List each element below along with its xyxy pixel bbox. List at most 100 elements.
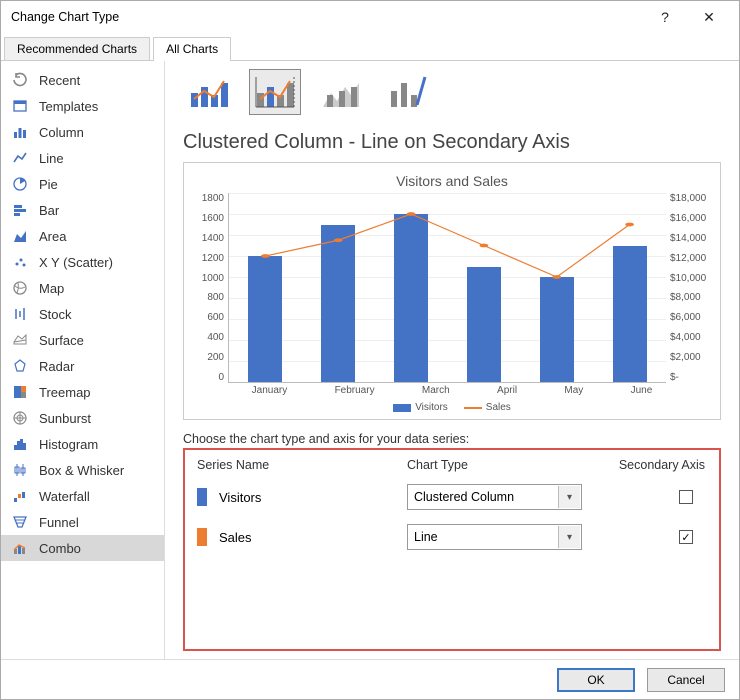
sidebar-label: Sunburst bbox=[39, 411, 91, 426]
stock-icon bbox=[11, 305, 29, 323]
col-series-name: Series Name bbox=[197, 458, 407, 472]
sidebar-label: Line bbox=[39, 151, 64, 166]
secondary-axis-checkbox[interactable] bbox=[679, 490, 693, 504]
cancel-button[interactable]: Cancel bbox=[647, 668, 725, 692]
col-secondary-axis: Secondary Axis bbox=[607, 458, 707, 472]
x-tick: June bbox=[631, 385, 653, 396]
line-icon bbox=[11, 149, 29, 167]
subtype-row bbox=[183, 69, 721, 115]
legend: Visitors Sales bbox=[188, 402, 716, 413]
series-swatch bbox=[197, 528, 207, 546]
series-header: Series Name Chart Type Secondary Axis bbox=[197, 458, 707, 472]
subtype-4[interactable] bbox=[381, 69, 433, 115]
chart-type-dropdown[interactable]: Clustered Column▾ bbox=[407, 484, 582, 510]
subtype-title: Clustered Column - Line on Secondary Axi… bbox=[183, 131, 721, 154]
map-icon bbox=[11, 279, 29, 297]
chevron-down-icon: ▾ bbox=[558, 486, 580, 508]
sidebar-item-pie[interactable]: Pie bbox=[1, 171, 164, 197]
legend-line-swatch bbox=[464, 407, 482, 409]
chart-preview[interactable]: Visitors and Sales 180016001400120010008… bbox=[183, 162, 721, 420]
titlebar: Change Chart Type ? ✕ bbox=[1, 1, 739, 33]
dialog-footer: OK Cancel bbox=[1, 659, 739, 699]
series-name-label: Visitors bbox=[219, 490, 407, 505]
plot bbox=[228, 193, 666, 383]
x-tick: May bbox=[564, 385, 583, 396]
y-axis-primary: 180016001400120010008006004002000 bbox=[188, 193, 228, 383]
sidebar-item-bar[interactable]: Bar bbox=[1, 197, 164, 223]
sidebar-label: Recent bbox=[39, 73, 80, 88]
sidebar-item-sunburst[interactable]: Sunburst bbox=[1, 405, 164, 431]
sidebar-item-surface[interactable]: Surface bbox=[1, 327, 164, 353]
secondary-axis-checkbox[interactable]: ✓ bbox=[679, 530, 693, 544]
combo-icon bbox=[11, 539, 29, 557]
sidebar-item-combo[interactable]: Combo bbox=[1, 535, 164, 561]
sidebar-item-column[interactable]: Column bbox=[1, 119, 164, 145]
sidebar-item-recent[interactable]: Recent bbox=[1, 67, 164, 93]
column-icon bbox=[11, 123, 29, 141]
waterfall-icon bbox=[11, 487, 29, 505]
subtype-3[interactable] bbox=[315, 69, 367, 115]
sidebar-label: Bar bbox=[39, 203, 59, 218]
legend-line-label: Sales bbox=[486, 402, 511, 413]
sidebar-item-xy[interactable]: X Y (Scatter) bbox=[1, 249, 164, 275]
series-row: VisitorsClustered Column▾ bbox=[197, 484, 707, 510]
series-name-label: Sales bbox=[219, 530, 407, 545]
sidebar-item-stock[interactable]: Stock bbox=[1, 301, 164, 327]
sidebar-item-waterfall[interactable]: Waterfall bbox=[1, 483, 164, 509]
col-chart-type: Chart Type bbox=[407, 458, 607, 472]
sidebar-label: Stock bbox=[39, 307, 72, 322]
sidebar-item-radar[interactable]: Radar bbox=[1, 353, 164, 379]
xy-icon bbox=[11, 253, 29, 271]
subtype-2[interactable] bbox=[249, 69, 301, 115]
sidebar-item-histogram[interactable]: Histogram bbox=[1, 431, 164, 457]
line-layer bbox=[229, 193, 666, 382]
y-axis-secondary: $18,000$16,000$14,000$12,000$10,000$8,00… bbox=[666, 193, 716, 383]
sidebar-item-map[interactable]: Map bbox=[1, 275, 164, 301]
chart-type-dropdown[interactable]: Line▾ bbox=[407, 524, 582, 550]
sidebar-label: Map bbox=[39, 281, 64, 296]
sidebar-label: Box & Whisker bbox=[39, 463, 124, 478]
sidebar-label: Combo bbox=[39, 541, 81, 556]
sidebar-item-boxwhisker[interactable]: Box & Whisker bbox=[1, 457, 164, 483]
sidebar-item-templates[interactable]: Templates bbox=[1, 93, 164, 119]
legend-bar-swatch bbox=[393, 404, 411, 412]
sidebar-label: Histogram bbox=[39, 437, 98, 452]
sidebar-item-area[interactable]: Area bbox=[1, 223, 164, 249]
close-button[interactable]: ✕ bbox=[687, 2, 731, 32]
sidebar-item-treemap[interactable]: Treemap bbox=[1, 379, 164, 405]
ok-button[interactable]: OK bbox=[557, 668, 635, 692]
boxwhisker-icon bbox=[11, 461, 29, 479]
sidebar-label: Column bbox=[39, 125, 84, 140]
x-tick: February bbox=[335, 385, 375, 396]
help-button[interactable]: ? bbox=[643, 2, 687, 32]
sidebar-label: Surface bbox=[39, 333, 84, 348]
x-tick: April bbox=[497, 385, 517, 396]
tab-recommended[interactable]: Recommended Charts bbox=[4, 37, 150, 60]
chevron-down-icon: ▾ bbox=[558, 526, 580, 548]
series-config: Series Name Chart Type Secondary Axis Vi… bbox=[183, 448, 721, 651]
sidebar-item-line[interactable]: Line bbox=[1, 145, 164, 171]
funnel-icon bbox=[11, 513, 29, 531]
chart-type-sidebar: Recent Templates Column Line Pie Bar Area X Y (… bbox=[1, 61, 165, 659]
tab-all-charts[interactable]: All Charts bbox=[153, 37, 231, 60]
sidebar-label: Waterfall bbox=[39, 489, 90, 504]
series-swatch bbox=[197, 488, 207, 506]
histogram-icon bbox=[11, 435, 29, 453]
bar-icon bbox=[11, 201, 29, 219]
sidebar-label: Area bbox=[39, 229, 66, 244]
x-tick: January bbox=[252, 385, 288, 396]
main-area: Recent Templates Column Line Pie Bar Area X Y (… bbox=[1, 61, 739, 659]
sidebar-label: Radar bbox=[39, 359, 74, 374]
series-heading: Choose the chart type and axis for your … bbox=[183, 432, 721, 446]
sidebar-label: Funnel bbox=[39, 515, 79, 530]
tab-bar: Recommended Charts All Charts bbox=[1, 33, 739, 61]
area-icon bbox=[11, 227, 29, 245]
sidebar-item-funnel[interactable]: Funnel bbox=[1, 509, 164, 535]
dialog-title: Change Chart Type bbox=[11, 10, 643, 24]
surface-icon bbox=[11, 331, 29, 349]
templates-icon bbox=[11, 97, 29, 115]
sidebar-label: Treemap bbox=[39, 385, 91, 400]
pie-icon bbox=[11, 175, 29, 193]
series-row: SalesLine▾ ✓ bbox=[197, 524, 707, 550]
subtype-1[interactable] bbox=[183, 69, 235, 115]
